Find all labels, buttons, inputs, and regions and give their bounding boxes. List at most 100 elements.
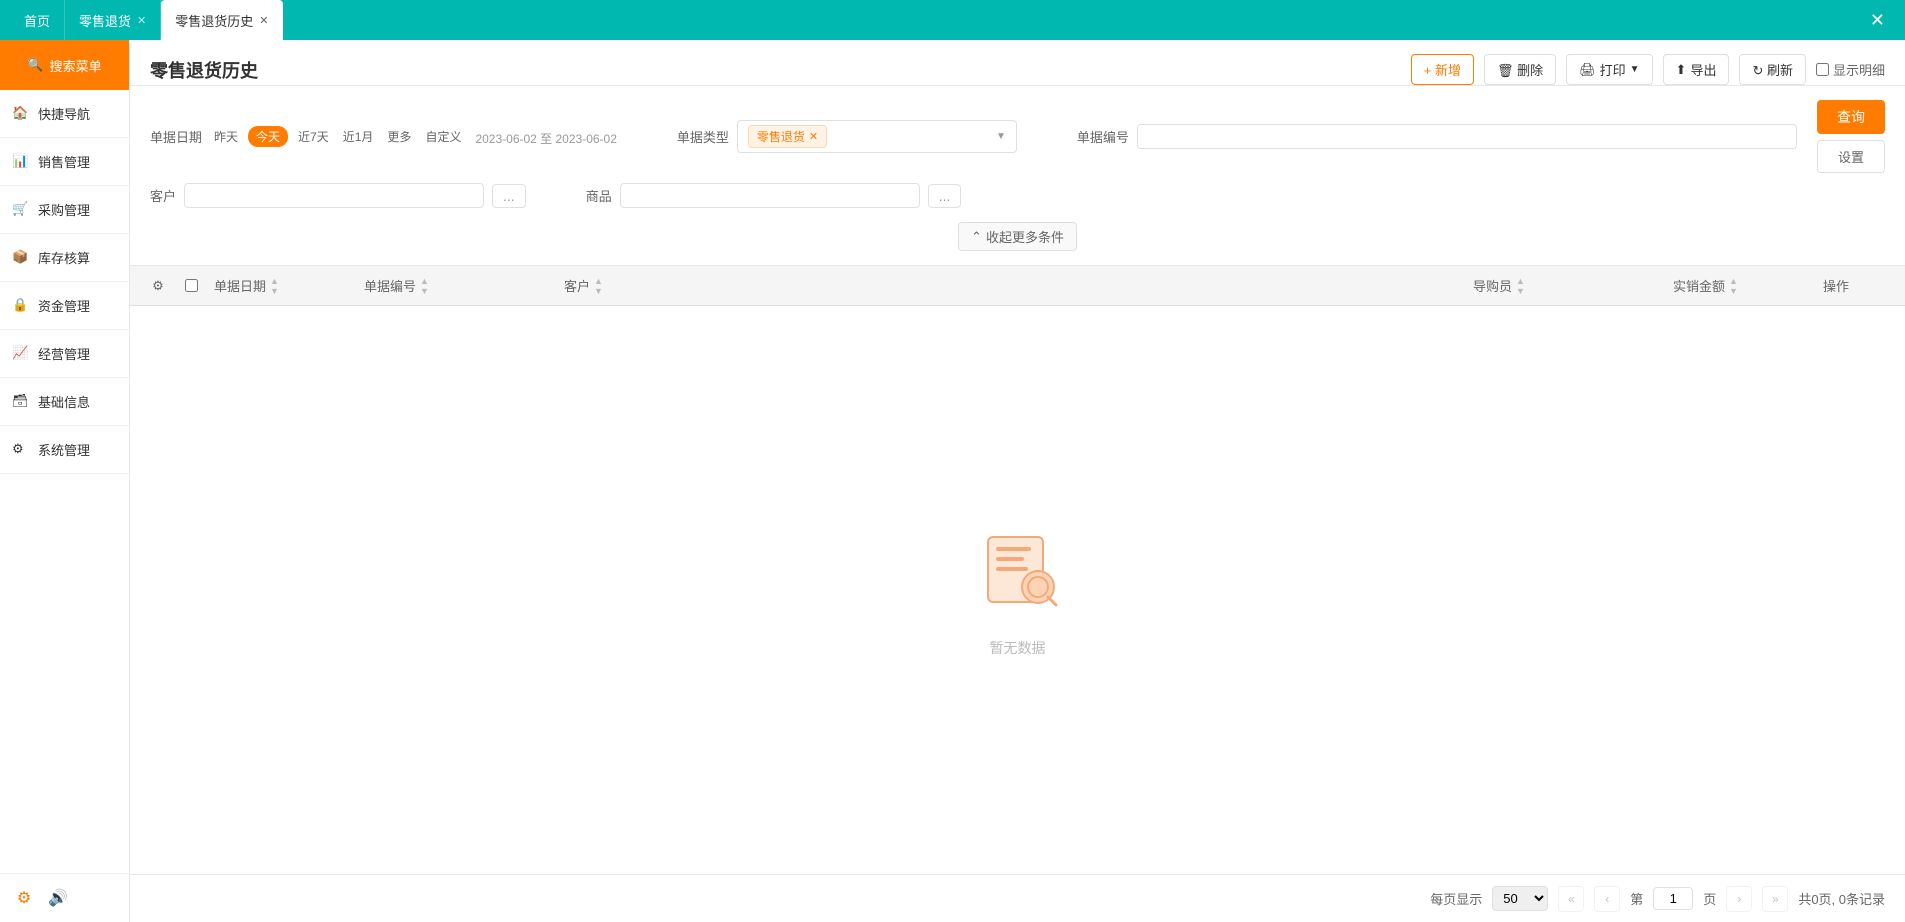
inventory-icon: 📦 — [12, 249, 30, 267]
goods-dots[interactable]: ... — [928, 184, 962, 208]
date-opt-1month[interactable]: 近1月 — [339, 126, 378, 147]
new-button[interactable]: + 新增 — [1411, 54, 1474, 85]
export-icon: ⬆ — [1676, 62, 1687, 78]
finance-icon: 🔒 — [12, 297, 30, 315]
goods-filter-field: 商品 ... — [586, 183, 962, 208]
sidebar-item-system[interactable]: ⚙ 系统管理 — [0, 426, 129, 474]
date-opt-more[interactable]: 更多 — [383, 126, 415, 147]
goods-input[interactable] — [620, 183, 920, 208]
table-settings-icon[interactable]: ⚙ — [140, 278, 176, 294]
customer-input[interactable] — [184, 183, 484, 208]
doc-type-dropdown-arrow: ▼ — [996, 131, 1006, 142]
page-label-before: 第 — [1630, 889, 1643, 908]
sidebar-item-operation[interactable]: 📈 经营管理 — [0, 330, 129, 378]
display-detail-label[interactable]: 显示明细 — [1833, 60, 1885, 79]
th-date[interactable]: 单据日期 ▲▼ — [206, 276, 356, 296]
audio-bottom-icon[interactable]: 🔊 — [46, 886, 70, 910]
doc-num-filter-field: 单据编号 — [1077, 124, 1797, 149]
sidebar-item-finance[interactable]: 🔒 资金管理 — [0, 282, 129, 330]
close-tab-retail-return-history[interactable]: ✕ — [259, 14, 268, 27]
th-amount[interactable]: 实销金额 ▲▼ — [1665, 276, 1815, 296]
goods-label: 商品 — [586, 186, 612, 205]
page-number-input[interactable]: 1 — [1653, 887, 1693, 910]
sidebar-item-sales[interactable]: 📊 销售管理 — [0, 138, 129, 186]
sidebar-item-purchase[interactable]: 🛒 采购管理 — [0, 186, 129, 234]
date-filter-label: 单据日期 — [150, 127, 202, 146]
sidebar: 🔍 搜索菜单 🏠 快捷导航 📊 销售管理 🛒 采购管理 📦 库存核算 🔒 资金管… — [0, 40, 130, 922]
query-button[interactable]: 查询 — [1817, 100, 1885, 134]
customer-filter-field: 客户 ... — [150, 183, 526, 208]
th-customer[interactable]: 客户 ▲▼ — [556, 276, 1465, 296]
top-nav: 首页 零售退货 ✕ 零售退货历史 ✕ ✕ — [0, 0, 1905, 40]
purchase-icon: 🛒 — [12, 201, 30, 219]
content-area: 零售退货历史 + 新增 🗑 删除 🖨 打印 ▼ ⬆ 导出 ↻ 刷新 — [130, 40, 1905, 922]
select-all-checkbox[interactable] — [185, 279, 198, 292]
filter-area: 单据日期 昨天 今天 近7天 近1月 更多 自定义 2023-06-02 至 2… — [130, 86, 1905, 266]
prev-page-button[interactable]: ‹ — [1594, 886, 1620, 912]
display-detail-checkbox[interactable] — [1816, 63, 1829, 76]
date-opt-custom[interactable]: 自定义 — [421, 126, 465, 147]
date-opt-7days[interactable]: 近7天 — [294, 126, 333, 147]
tab-retail-return-history[interactable]: 零售退货历史 ✕ — [161, 0, 283, 40]
sidebar-item-basic[interactable]: 🗃 基础信息 — [0, 378, 129, 426]
sort-customer-icon: ▲▼ — [594, 276, 603, 296]
date-range-display: 2023-06-02 至 2023-06-02 — [475, 130, 616, 147]
print-button[interactable]: 🖨 打印 ▼ — [1566, 54, 1652, 85]
empty-state: 暂无数据 — [130, 306, 1905, 874]
refresh-button[interactable]: ↻ 刷新 — [1739, 54, 1806, 85]
print-dropdown-icon: ▼ — [1630, 64, 1640, 75]
empty-text: 暂无数据 — [990, 638, 1046, 658]
delete-button[interactable]: 🗑 删除 — [1484, 54, 1556, 85]
page-size-select[interactable]: 50 10 20 100 — [1492, 886, 1548, 911]
home-icon: 🏠 — [12, 105, 30, 123]
operation-icon: 📈 — [12, 345, 30, 363]
doc-type-select[interactable]: 零售退货 ✕ ▼ — [737, 120, 1017, 153]
collapse-filter-button[interactable]: ⌃ 收起更多条件 — [958, 222, 1077, 251]
toolbar: + 新增 🗑 删除 🖨 打印 ▼ ⬆ 导出 ↻ 刷新 显示明细 — [1411, 54, 1885, 85]
doc-type-filter-field: 单据类型 零售退货 ✕ ▼ — [677, 120, 1017, 153]
date-options: 昨天 今天 近7天 近1月 更多 自定义 — [210, 126, 465, 147]
print-icon: 🖨 — [1579, 62, 1596, 78]
sidebar-item-inventory[interactable]: 📦 库存核算 — [0, 234, 129, 282]
settings-bottom-icon[interactable]: ⚙ — [12, 886, 36, 910]
sidebar-item-shortcuts[interactable]: 🏠 快捷导航 — [0, 90, 129, 138]
sort-amount-icon: ▲▼ — [1729, 276, 1738, 296]
tab-home[interactable]: 首页 — [10, 0, 65, 40]
doc-type-tag-remove[interactable]: ✕ — [809, 130, 818, 143]
date-opt-today[interactable]: 今天 — [248, 126, 288, 147]
sort-guide-icon: ▲▼ — [1516, 276, 1525, 296]
sidebar-search[interactable]: 🔍 搜索菜单 — [0, 40, 129, 90]
table-header: ⚙ 单据日期 ▲▼ 单据编号 ▲▼ 客户 ▲▼ 导购员 — [130, 266, 1905, 306]
sort-docnum-icon: ▲▼ — [420, 276, 429, 296]
doc-type-tag: 零售退货 ✕ — [748, 125, 827, 148]
th-guide[interactable]: 导购员 ▲▼ — [1465, 276, 1665, 296]
page-size-label: 每页显示 — [1430, 889, 1482, 908]
date-filter-field: 单据日期 昨天 今天 近7天 近1月 更多 自定义 — [150, 126, 465, 147]
next-page-button[interactable]: › — [1726, 886, 1752, 912]
close-tab-retail-return[interactable]: ✕ — [137, 14, 146, 27]
first-page-button[interactable]: « — [1558, 886, 1584, 912]
total-records-label: 共0页, 0条记录 — [1798, 889, 1885, 908]
customer-label: 客户 — [150, 186, 176, 205]
set-button[interactable]: 设置 — [1817, 140, 1885, 173]
last-page-button[interactable]: » — [1762, 886, 1788, 912]
customer-dots[interactable]: ... — [492, 184, 526, 208]
sales-icon: 📊 — [12, 153, 30, 171]
system-icon: ⚙ — [12, 441, 30, 459]
doc-type-label: 单据类型 — [677, 127, 729, 146]
sidebar-bottom: ⚙ 🔊 — [0, 873, 129, 922]
export-button[interactable]: ⬆ 导出 — [1663, 54, 1730, 85]
table-area: ⚙ 单据日期 ▲▼ 单据编号 ▲▼ 客户 ▲▼ 导购员 — [130, 266, 1905, 874]
page-title: 零售退货历史 — [150, 57, 258, 83]
page-header: 零售退货历史 + 新增 🗑 删除 🖨 打印 ▼ ⬆ 导出 ↻ 刷新 — [130, 40, 1905, 86]
display-detail-toggle: 显示明细 — [1816, 60, 1885, 79]
table-select-all[interactable] — [176, 279, 206, 292]
basic-icon: 🗃 — [12, 393, 30, 411]
tab-retail-return[interactable]: 零售退货 ✕ — [65, 0, 161, 40]
date-opt-yesterday[interactable]: 昨天 — [210, 126, 242, 147]
empty-state-icon — [968, 522, 1068, 622]
window-close-button[interactable]: ✕ — [1860, 10, 1895, 31]
pagination-bar: 每页显示 50 10 20 100 « ‹ 第 1 页 › » 共0页, 0条记… — [130, 874, 1905, 922]
doc-num-input[interactable] — [1137, 124, 1797, 149]
th-docnum[interactable]: 单据编号 ▲▼ — [356, 276, 556, 296]
